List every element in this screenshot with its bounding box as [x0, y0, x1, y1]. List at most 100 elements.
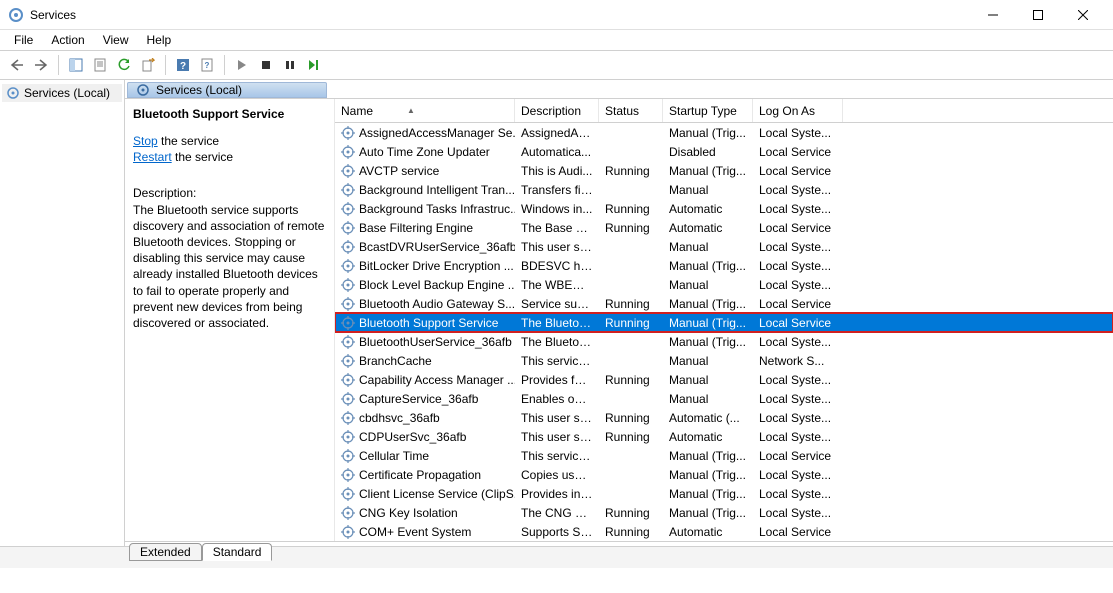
- menu-file[interactable]: File: [6, 31, 41, 49]
- tree-node-services-local[interactable]: Services (Local): [2, 84, 122, 102]
- cell-startup-type: Automatic: [663, 202, 753, 216]
- toolbar: ? ?: [0, 50, 1113, 80]
- service-row[interactable]: Auto Time Zone UpdaterAutomatica...Disab…: [335, 142, 1113, 161]
- close-button[interactable]: [1060, 0, 1105, 30]
- cell-logon: Local Syste...: [753, 335, 843, 349]
- service-row[interactable]: Bluetooth Audio Gateway S...Service sup.…: [335, 294, 1113, 313]
- cell-startup-type: Manual (Trig...: [663, 126, 753, 140]
- back-button[interactable]: [6, 54, 28, 76]
- cell-description: The Bluetoo...: [515, 335, 599, 349]
- details-header-label: Services (Local): [156, 83, 242, 97]
- window-title: Services: [30, 8, 970, 22]
- cell-name: BcastDVRUserService_36afb: [335, 240, 515, 254]
- properties-button[interactable]: [89, 54, 111, 76]
- cell-description: Enables opti...: [515, 392, 599, 406]
- cell-name: Bluetooth Support Service: [335, 316, 515, 330]
- details-split: Bluetooth Support Service Stop the servi…: [125, 98, 1113, 541]
- cell-description: The Base Fil...: [515, 221, 599, 235]
- tab-standard[interactable]: Standard: [202, 543, 273, 561]
- minimize-button[interactable]: [970, 0, 1015, 30]
- col-startup-type[interactable]: Startup Type: [663, 99, 753, 122]
- tree-node-label: Services (Local): [24, 86, 110, 100]
- cell-name: Auto Time Zone Updater: [335, 145, 515, 159]
- cell-name: CaptureService_36afb: [335, 392, 515, 406]
- menu-help[interactable]: Help: [139, 31, 180, 49]
- service-row[interactable]: CNG Key IsolationThe CNG ke...RunningMan…: [335, 503, 1113, 522]
- cell-logon: Local Syste...: [753, 240, 843, 254]
- service-row[interactable]: Background Tasks Infrastruc...Windows in…: [335, 199, 1113, 218]
- cell-logon: Local Syste...: [753, 468, 843, 482]
- restart-link[interactable]: Restart: [133, 150, 172, 164]
- cell-description: Windows in...: [515, 202, 599, 216]
- cell-description: This user ser...: [515, 240, 599, 254]
- restart-service-button[interactable]: [303, 54, 325, 76]
- cell-startup-type: Manual: [663, 278, 753, 292]
- refresh-button[interactable]: [113, 54, 135, 76]
- cell-name: CDPUserSvc_36afb: [335, 430, 515, 444]
- tab-extended[interactable]: Extended: [129, 543, 202, 561]
- service-row[interactable]: AVCTP serviceThis is Audi...RunningManua…: [335, 161, 1113, 180]
- cell-name: Capability Access Manager ...: [335, 373, 515, 387]
- help-topic-button[interactable]: ?: [196, 54, 218, 76]
- col-description[interactable]: Description: [515, 99, 599, 122]
- menu-action[interactable]: Action: [43, 31, 92, 49]
- cell-name: Base Filtering Engine: [335, 221, 515, 235]
- service-row[interactable]: BitLocker Drive Encryption ...BDESVC hos…: [335, 256, 1113, 275]
- cell-startup-type: Manual: [663, 373, 753, 387]
- cell-name: Background Tasks Infrastruc...: [335, 202, 515, 216]
- main-content: Services (Local) Services (Local) Blueto…: [0, 80, 1113, 546]
- service-row[interactable]: AssignedAccessManager Se...AssignedAc...…: [335, 123, 1113, 142]
- service-row[interactable]: BluetoothUserService_36afbThe Bluetoo...…: [335, 332, 1113, 351]
- start-service-button[interactable]: [231, 54, 253, 76]
- help-button[interactable]: ?: [172, 54, 194, 76]
- service-row[interactable]: CaptureService_36afbEnables opti... Manua…: [335, 389, 1113, 408]
- cell-name: AssignedAccessManager Se...: [335, 126, 515, 140]
- cell-logon: Local Syste...: [753, 278, 843, 292]
- service-row[interactable]: Capability Access Manager ...Provides fa…: [335, 370, 1113, 389]
- stop-link[interactable]: Stop: [133, 134, 158, 148]
- cell-description: This service ...: [515, 354, 599, 368]
- cell-startup-type: Manual: [663, 392, 753, 406]
- col-logon-as[interactable]: Log On As: [753, 99, 843, 122]
- cell-status: Running: [599, 202, 663, 216]
- service-row[interactable]: Client License Service (ClipS...Provides…: [335, 484, 1113, 503]
- cell-description: Service sup...: [515, 297, 599, 311]
- cell-description: The Bluetoo...: [515, 316, 599, 330]
- service-row[interactable]: CDPUserSvc_36afbThis user ser...RunningA…: [335, 427, 1113, 446]
- cell-status: Running: [599, 221, 663, 235]
- pause-service-button[interactable]: [279, 54, 301, 76]
- service-row[interactable]: Background Intelligent Tran...Transfers …: [335, 180, 1113, 199]
- menu-view[interactable]: View: [95, 31, 137, 49]
- col-name[interactable]: Name▲: [335, 99, 515, 122]
- list-header: Name▲ Description Status Startup Type Lo…: [335, 99, 1113, 123]
- stop-tail: the service: [158, 134, 219, 148]
- service-row[interactable]: Bluetooth Support ServiceThe Bluetoo...R…: [335, 313, 1113, 332]
- cell-startup-type: Manual (Trig...: [663, 259, 753, 273]
- cell-name: BitLocker Drive Encryption ...: [335, 259, 515, 273]
- service-row[interactable]: Block Level Backup Engine ...The WBENG..…: [335, 275, 1113, 294]
- list-body[interactable]: AssignedAccessManager Se...AssignedAc...…: [335, 123, 1113, 541]
- forward-button[interactable]: [30, 54, 52, 76]
- service-row[interactable]: cbdhsvc_36afbThis user ser...RunningAuto…: [335, 408, 1113, 427]
- cell-name: Block Level Backup Engine ...: [335, 278, 515, 292]
- cell-status: Running: [599, 164, 663, 178]
- service-row[interactable]: Base Filtering EngineThe Base Fil...Runn…: [335, 218, 1113, 237]
- maximize-button[interactable]: [1015, 0, 1060, 30]
- export-list-button[interactable]: [137, 54, 159, 76]
- cell-logon: Local Syste...: [753, 487, 843, 501]
- service-row[interactable]: COM+ Event SystemSupports Sy...RunningAu…: [335, 522, 1113, 541]
- cell-logon: Local Syste...: [753, 430, 843, 444]
- cell-startup-type: Manual (Trig...: [663, 316, 753, 330]
- stop-service-button[interactable]: [255, 54, 277, 76]
- service-row[interactable]: BranchCacheThis service ...ManualNetwork…: [335, 351, 1113, 370]
- service-row[interactable]: Certificate PropagationCopies user ...Ma…: [335, 465, 1113, 484]
- cell-name: BluetoothUserService_36afb: [335, 335, 515, 349]
- service-row[interactable]: Cellular TimeThis service ...Manual (Tri…: [335, 446, 1113, 465]
- col-status[interactable]: Status: [599, 99, 663, 122]
- cell-description: This user ser...: [515, 411, 599, 425]
- cell-logon: Local Syste...: [753, 373, 843, 387]
- show-hide-tree-button[interactable]: [65, 54, 87, 76]
- cell-logon: Local Syste...: [753, 506, 843, 520]
- service-row[interactable]: BcastDVRUserService_36afbThis user ser..…: [335, 237, 1113, 256]
- svg-text:?: ?: [180, 61, 186, 72]
